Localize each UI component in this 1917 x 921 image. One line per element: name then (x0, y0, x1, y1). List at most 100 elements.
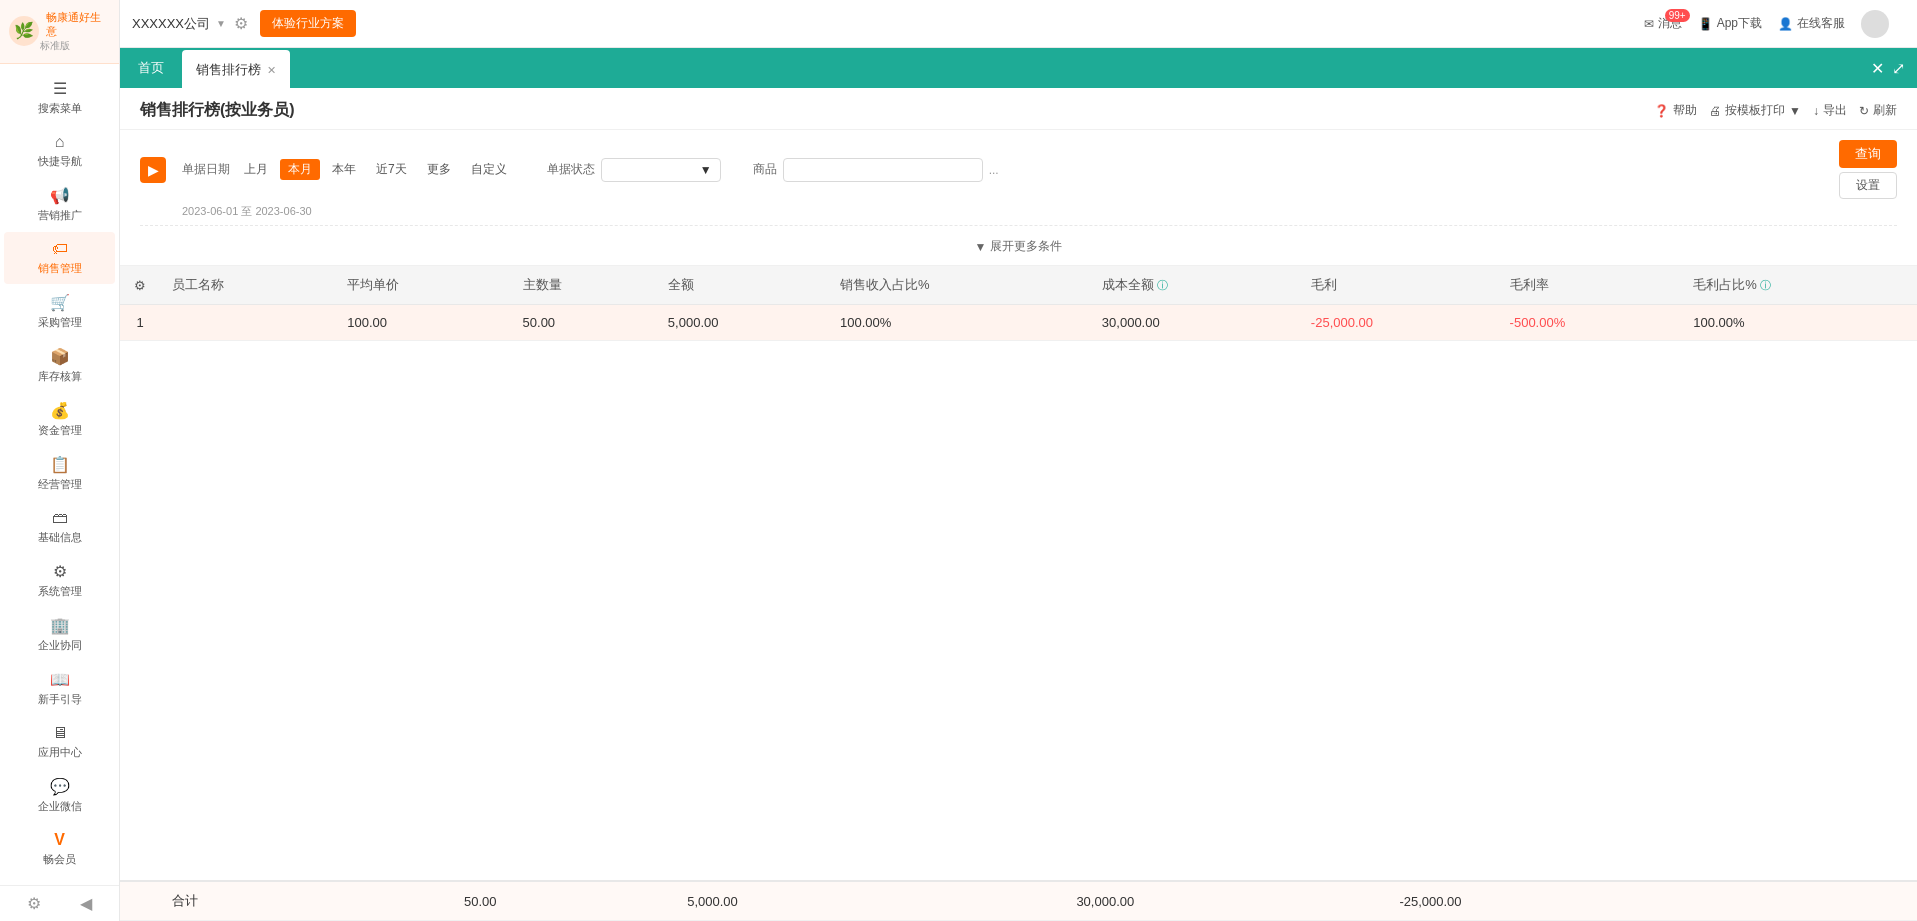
settings-button[interactable]: 设置 (1839, 172, 1897, 199)
finance-icon: 💰 (50, 401, 70, 420)
filter-status-label: 单据状态 (547, 161, 595, 178)
sidebar-item-enterprise[interactable]: 🏢 企业协同 (4, 608, 115, 661)
footer-table: 合计 50.00 5,000.00 30,000.00 -25,000.00 (120, 881, 1917, 921)
expand-label: 展开更多条件 (990, 238, 1062, 255)
footer-cost: 30,000.00 (1064, 882, 1387, 921)
logo-icon: 🌿 (8, 15, 40, 47)
tabs-bar: 首页 销售排行榜 ✕ ✕ ⤢ (120, 48, 1917, 88)
col-amount: 全额 (656, 266, 828, 305)
cell-cost: 30,000.00 (1090, 305, 1299, 341)
tabs-right-controls: ✕ ⤢ (1871, 59, 1917, 78)
settings-col-icon[interactable]: ⚙ (134, 278, 146, 293)
sidebar-collapse-icon[interactable]: ◀ (80, 894, 92, 913)
tab-label: 销售排行榜 (196, 61, 261, 79)
sidebar: 🌿 畅康通好生意 标准版 ☰ 搜索菜单 ⌂ 快捷导航 📢 营销推广 🏷 销售管理… (0, 0, 120, 921)
sales-icon: 🏷 (52, 240, 68, 258)
date-custom-btn[interactable]: 自定义 (463, 159, 515, 180)
filter-row-1: ▶ 单据日期 上月 本月 本年 近7天 更多 自定义 单据状 (140, 140, 1897, 199)
app-download-button[interactable]: 📱 App下载 (1698, 15, 1762, 32)
online-service-button[interactable]: 👤 在线客服 (1778, 15, 1845, 32)
tab-sales-ranking[interactable]: 销售排行榜 ✕ (182, 50, 290, 90)
topbar-right: ✉ 消息 99+ 📱 App下载 👤 在线客服 (1644, 10, 1905, 38)
sidebar-item-label: 畅会员 (43, 852, 76, 867)
service-label: 在线客服 (1797, 15, 1845, 32)
sidebar-item-guide[interactable]: 📖 新手引导 (4, 662, 115, 715)
tab-restore-icon[interactable]: ⤢ (1892, 59, 1905, 78)
footer-main-qty: 50.00 (452, 882, 675, 921)
main-area: XXXXXX公司 ▼ ⚙ 体验行业方案 ✉ 消息 99+ 📱 App下载 👤 在… (120, 0, 1917, 921)
sidebar-settings-icon[interactable]: ⚙ (27, 894, 41, 913)
date-curr-month-btn[interactable]: 本月 (280, 159, 320, 180)
filter-status-select[interactable]: ▼ (601, 158, 721, 182)
query-button[interactable]: 查询 (1839, 140, 1897, 168)
help-button[interactable]: ❓ 帮助 (1654, 102, 1697, 119)
cell-amount: 5,000.00 (656, 305, 828, 341)
filter-goods-label: 商品 (753, 161, 777, 178)
filter-more-btn[interactable]: ... (989, 163, 999, 177)
sidebar-item-appstore[interactable]: 🖥 应用中心 (4, 716, 115, 768)
message-button[interactable]: ✉ 消息 99+ (1644, 15, 1682, 32)
tab-home[interactable]: 首页 (120, 48, 182, 88)
cell-profit: -25,000.00 (1299, 305, 1498, 341)
expand-icon: ▼ (975, 240, 987, 254)
page-actions: ❓ 帮助 🖨 按模板打印 ▼ ↓ 导出 ↻ 刷新 (1654, 102, 1897, 119)
date-prev-month-btn[interactable]: 上月 (236, 159, 276, 180)
refresh-button[interactable]: ↻ 刷新 (1859, 102, 1897, 119)
operation-icon: 📋 (50, 455, 70, 474)
cost-info-icon: ⓘ (1157, 279, 1168, 291)
sidebar-item-inventory[interactable]: 📦 库存核算 (4, 339, 115, 392)
date-year-btn[interactable]: 本年 (324, 159, 364, 180)
wechat-icon: 💬 (50, 777, 70, 796)
sidebar-item-system[interactable]: ⚙ 系统管理 (4, 554, 115, 607)
date-more-btn[interactable]: 更多 (419, 159, 459, 180)
table-header: ⚙ 员工名称 平均单价 主数量 全额 销售收入占比% 成本全额 ⓘ 毛利 毛利率 (120, 266, 1917, 305)
print-icon: 🖨 (1709, 104, 1721, 118)
expand-conditions-button[interactable]: ▼ 展开更多条件 (975, 238, 1063, 255)
sidebar-item-shortcut[interactable]: ⌂ 快捷导航 (4, 125, 115, 177)
sidebar-nav: ☰ 搜索菜单 ⌂ 快捷导航 📢 营销推广 🏷 销售管理 🛒 采购管理 📦 库存核… (0, 64, 119, 885)
sidebar-item-label: 基础信息 (38, 530, 82, 545)
sidebar-item-marketing[interactable]: 📢 营销推广 (4, 178, 115, 231)
date-range-text: 2023-06-01 至 2023-06-30 (182, 205, 312, 217)
expand-conditions-area: ▼ 展开更多条件 (140, 225, 1897, 255)
service-icon: 👤 (1778, 17, 1793, 31)
svg-text:🌿: 🌿 (14, 21, 34, 40)
tab-home-label: 首页 (138, 59, 164, 77)
search-menu-icon: ☰ (53, 79, 67, 98)
date-range-display: 2023-06-01 至 2023-06-30 (182, 203, 1897, 219)
col-cost: 成本全额 ⓘ (1090, 266, 1299, 305)
sidebar-item-search[interactable]: ☰ 搜索菜单 (4, 71, 115, 124)
footer-row: 合计 50.00 5,000.00 30,000.00 -25,000.00 (120, 882, 1917, 921)
export-button[interactable]: ↓ 导出 (1813, 102, 1847, 119)
app-subtitle: 标准版 (40, 39, 111, 53)
company-settings-icon[interactable]: ⚙ (234, 14, 248, 33)
filter-toggle-icon[interactable]: ▶ (140, 157, 166, 183)
sidebar-item-basic[interactable]: 🗃 基础信息 (4, 501, 115, 553)
tab-close-window-icon[interactable]: ✕ (1871, 59, 1884, 78)
sidebar-item-sales[interactable]: 🏷 销售管理 (4, 232, 115, 284)
enterprise-icon: 🏢 (50, 616, 70, 635)
tab-close-icon[interactable]: ✕ (267, 64, 276, 77)
sidebar-item-member[interactable]: V 畅会员 (4, 823, 115, 875)
print-dropdown-icon: ▼ (1789, 104, 1801, 118)
table-row: 1 100.00 50.00 5,000.00 100.00% 30,000.0… (120, 305, 1917, 341)
company-selector[interactable]: XXXXXX公司 ▼ (132, 15, 226, 33)
trial-button[interactable]: 体验行业方案 (260, 10, 356, 37)
message-icon: ✉ (1644, 17, 1654, 31)
filter-status-item: 单据状态 ▼ (547, 158, 721, 182)
col-settings[interactable]: ⚙ (120, 266, 160, 305)
sidebar-item-operation[interactable]: 📋 经营管理 (4, 447, 115, 500)
sidebar-item-finance[interactable]: 💰 资金管理 (4, 393, 115, 446)
sidebar-item-purchase[interactable]: 🛒 采购管理 (4, 285, 115, 338)
filter-goods-input[interactable] (783, 158, 983, 182)
date-7days-btn[interactable]: 近7天 (368, 159, 415, 180)
avatar[interactable] (1861, 10, 1889, 38)
filter-section: ▶ 单据日期 上月 本月 本年 近7天 更多 自定义 单据状 (120, 130, 1917, 266)
cell-rank: 1 (120, 305, 160, 341)
print-button[interactable]: 🖨 按模板打印 ▼ (1709, 102, 1801, 119)
sidebar-item-wechat[interactable]: 💬 企业微信 (4, 769, 115, 822)
company-dropdown-icon: ▼ (216, 18, 226, 29)
content-area: 销售排行榜(按业务员) ❓ 帮助 🖨 按模板打印 ▼ ↓ 导出 ↻ 刷新 (120, 88, 1917, 921)
guide-icon: 📖 (50, 670, 70, 689)
purchase-icon: 🛒 (50, 293, 70, 312)
